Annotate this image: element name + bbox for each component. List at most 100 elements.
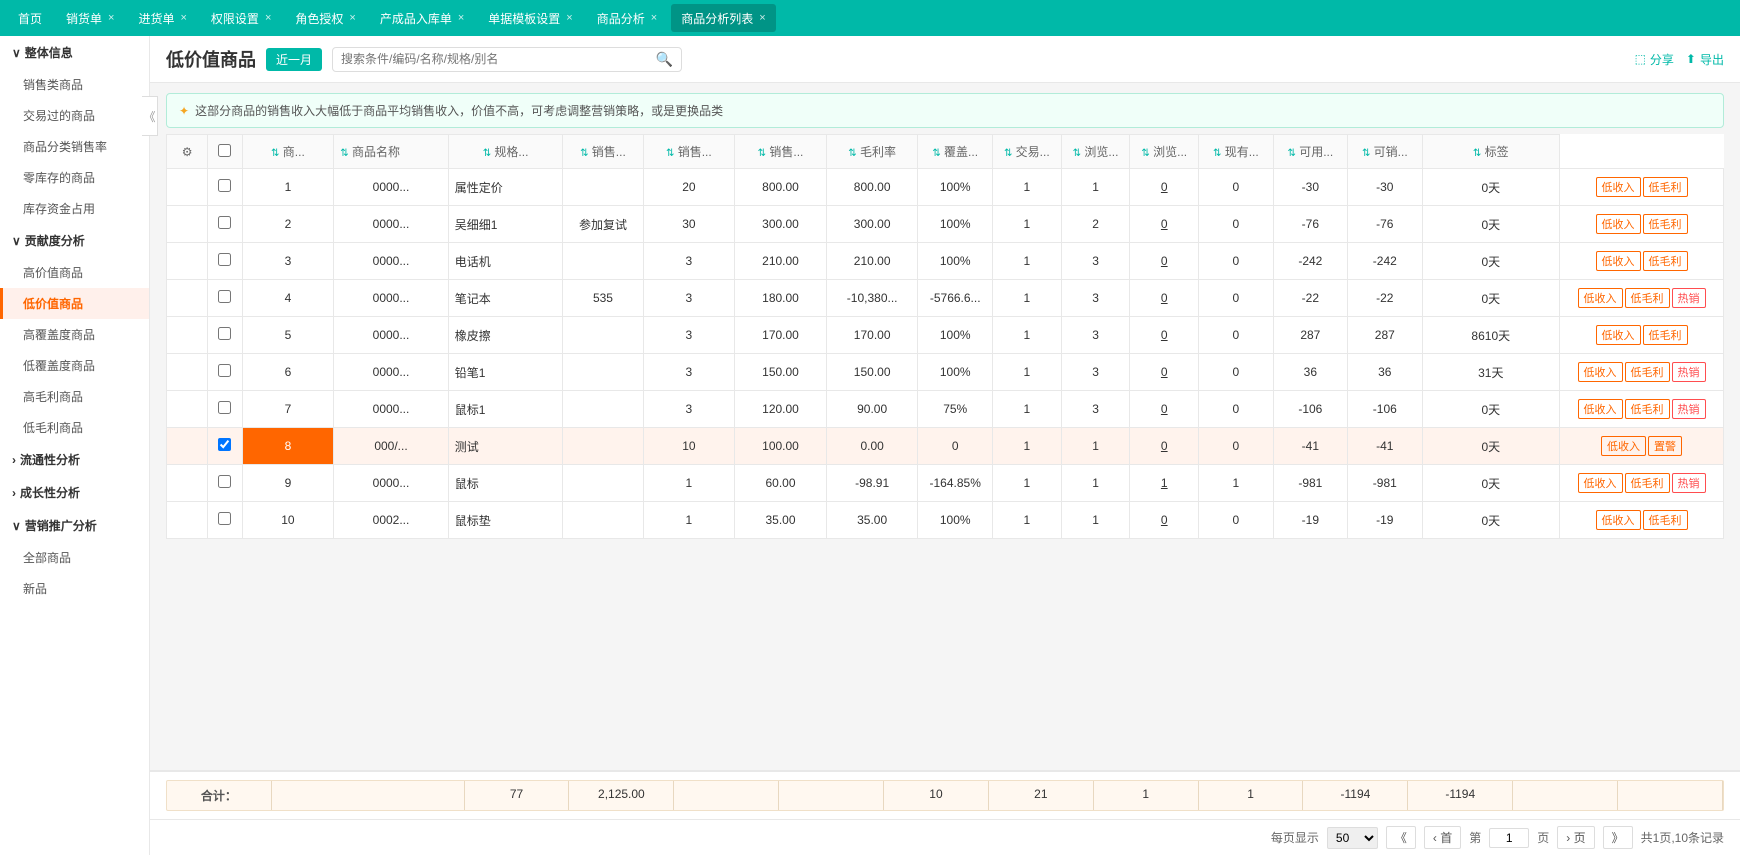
sidebar-group-contribution[interactable]: ∨ 贡献度分析 xyxy=(0,224,149,257)
row-trade: 3 xyxy=(1061,391,1130,428)
sidebar-item-sales-goods[interactable]: 销售类商品 xyxy=(0,69,149,100)
col-sales-amt-header[interactable]: ⇅ 销售... xyxy=(643,135,735,169)
sidebar-group-marketing[interactable]: ∨ 营销推广分析 xyxy=(0,509,149,542)
sidebar-item-low-value[interactable]: 低价值商品 xyxy=(0,288,149,319)
col-cover-header[interactable]: ⇅ 覆盖... xyxy=(918,135,992,169)
export-button[interactable]: ⬆ 导出 xyxy=(1686,51,1724,68)
close-icon[interactable]: × xyxy=(458,12,464,24)
col-browse2-header[interactable]: ⇅ 浏览... xyxy=(1130,135,1199,169)
sidebar-group-flow[interactable]: › 流通性分析 xyxy=(0,443,149,476)
col-avail-header[interactable]: ⇅ 可用... xyxy=(1273,135,1347,169)
row-select-checkbox[interactable] xyxy=(218,253,231,266)
row-browse: 0 xyxy=(1130,243,1199,280)
col-code-header[interactable]: ⇅ 商... xyxy=(242,135,334,169)
sidebar-group-overall[interactable]: ∨ 整体信息 xyxy=(0,36,149,69)
nav-analysis-list[interactable]: 商品分析列表 × xyxy=(671,4,775,32)
row-select-checkbox[interactable] xyxy=(218,401,231,414)
nav-product-analysis[interactable]: 商品分析 × xyxy=(587,4,667,32)
col-stock-header[interactable]: ⇅ 现有... xyxy=(1199,135,1273,169)
row-sales-qty: 3 xyxy=(643,317,735,354)
row-select-checkbox[interactable] xyxy=(218,290,231,303)
row-sales-amt2: 170.00 xyxy=(826,317,918,354)
close-icon[interactable]: × xyxy=(349,12,355,24)
row-select-checkbox[interactable] xyxy=(218,512,231,525)
nav-home[interactable]: 首页 xyxy=(8,4,52,32)
close-icon[interactable]: × xyxy=(651,12,657,24)
row-select-checkbox[interactable] xyxy=(218,438,231,451)
nav-role-auth[interactable]: 角色授权 × xyxy=(285,4,365,32)
table-row: 4 0000... 笔记本 535 3 180.00 -10,380... -5… xyxy=(167,280,1724,317)
sort-icon: ⇅ xyxy=(271,148,279,159)
close-icon[interactable]: × xyxy=(566,12,572,24)
row-stock: -30 xyxy=(1273,169,1347,206)
col-sales-amt2-header[interactable]: ⇅ 销售... xyxy=(735,135,827,169)
row-checkbox[interactable] xyxy=(208,465,242,502)
close-icon[interactable]: × xyxy=(180,12,186,24)
close-icon[interactable]: × xyxy=(265,12,271,24)
sidebar-item-low-coverage[interactable]: 低覆盖度商品 xyxy=(0,350,149,381)
col-gross-header[interactable]: ⇅ 毛利率 xyxy=(826,135,918,169)
col-settings-header[interactable]: ⚙ xyxy=(167,135,208,169)
search-input[interactable] xyxy=(341,52,650,66)
col-sales-qty-header[interactable]: ⇅ 销售... xyxy=(563,135,643,169)
sidebar-item-all-goods[interactable]: 全部商品 xyxy=(0,542,149,573)
search-icon[interactable]: 🔍 xyxy=(656,51,673,68)
close-icon[interactable]: × xyxy=(759,12,765,24)
row-trade: 1 xyxy=(1061,428,1130,465)
nav-purchase[interactable]: 进货单 × xyxy=(128,4,196,32)
nav-product-warehouse[interactable]: 产成品入库单 × xyxy=(370,4,474,32)
sidebar-collapse-button[interactable]: 《 xyxy=(142,96,158,136)
row-checkbox[interactable] xyxy=(208,354,242,391)
prev-page-button[interactable]: ‹ 首 xyxy=(1424,826,1461,849)
select-all-checkbox[interactable] xyxy=(218,144,231,157)
col-trade-header[interactable]: ⇅ 交易... xyxy=(992,135,1061,169)
first-page-button[interactable]: 《 xyxy=(1386,826,1416,849)
row-checkbox[interactable] xyxy=(208,280,242,317)
row-select-checkbox[interactable] xyxy=(218,364,231,377)
row-select-checkbox[interactable] xyxy=(218,475,231,488)
last-page-button[interactable]: 》 xyxy=(1603,826,1633,849)
page-input[interactable] xyxy=(1489,828,1529,848)
row-checkbox[interactable] xyxy=(208,169,242,206)
row-select-checkbox[interactable] xyxy=(218,216,231,229)
footer-empty2 xyxy=(674,781,779,810)
nav-template-setting[interactable]: 单据模板设置 × xyxy=(478,4,582,32)
row-checkbox[interactable] xyxy=(208,206,242,243)
share-button[interactable]: ⬚ 分享 xyxy=(1635,51,1674,68)
sidebar-item-category-sales-rate[interactable]: 商品分类销售率 xyxy=(0,131,149,162)
col-browse-header[interactable]: ⇅ 浏览... xyxy=(1061,135,1130,169)
sidebar-group-growth[interactable]: › 成长性分析 xyxy=(0,476,149,509)
row-sellable: 0天 xyxy=(1422,391,1559,428)
row-checkbox[interactable] xyxy=(208,391,242,428)
row-checkbox[interactable] xyxy=(208,428,242,465)
col-name-header[interactable]: ⇅ 商品名称 xyxy=(334,135,449,169)
sidebar-item-traded-goods[interactable]: 交易过的商品 xyxy=(0,100,149,131)
close-icon[interactable]: × xyxy=(108,12,114,24)
nav-permission[interactable]: 权限设置 × xyxy=(201,4,281,32)
col-tag-header[interactable]: ⇅ 标签 xyxy=(1422,135,1559,169)
row-checkbox[interactable] xyxy=(208,502,242,539)
col-checkbox-header[interactable] xyxy=(208,135,242,169)
sidebar-item-low-margin[interactable]: 低毛利商品 xyxy=(0,412,149,443)
col-sellable-header[interactable]: ⇅ 可销... xyxy=(1348,135,1422,169)
per-page-select[interactable]: 50 100 200 xyxy=(1327,827,1378,849)
row-checkbox[interactable] xyxy=(208,317,242,354)
row-select-checkbox[interactable] xyxy=(218,179,231,192)
table-container[interactable]: ⚙ ⇅ 商... ⇅ 商品名称 ⇅ 规格... ⇅ 销售... ⇅ 销售... … xyxy=(166,134,1724,770)
row-sellable: 0天 xyxy=(1422,465,1559,502)
nav-sales-order[interactable]: 销货单 × xyxy=(56,4,124,32)
sidebar-item-high-margin[interactable]: 高毛利商品 xyxy=(0,381,149,412)
next-page-button[interactable]: › 页 xyxy=(1557,826,1594,849)
tag-badge: 低毛利 xyxy=(1643,177,1688,197)
sort-icon: ⇅ xyxy=(848,148,856,159)
sidebar-item-high-value[interactable]: 高价值商品 xyxy=(0,257,149,288)
row-checkbox[interactable] xyxy=(208,243,242,280)
sidebar-item-high-coverage[interactable]: 高覆盖度商品 xyxy=(0,319,149,350)
sidebar-item-new-goods[interactable]: 新品 xyxy=(0,573,149,604)
time-filter-button[interactable]: 近一月 xyxy=(266,48,322,71)
sidebar-item-stock-capital[interactable]: 库存资金占用 xyxy=(0,193,149,224)
row-settings xyxy=(167,317,208,354)
sidebar-item-zero-stock[interactable]: 零库存的商品 xyxy=(0,162,149,193)
col-spec-header[interactable]: ⇅ 规格... xyxy=(448,135,563,169)
row-select-checkbox[interactable] xyxy=(218,327,231,340)
